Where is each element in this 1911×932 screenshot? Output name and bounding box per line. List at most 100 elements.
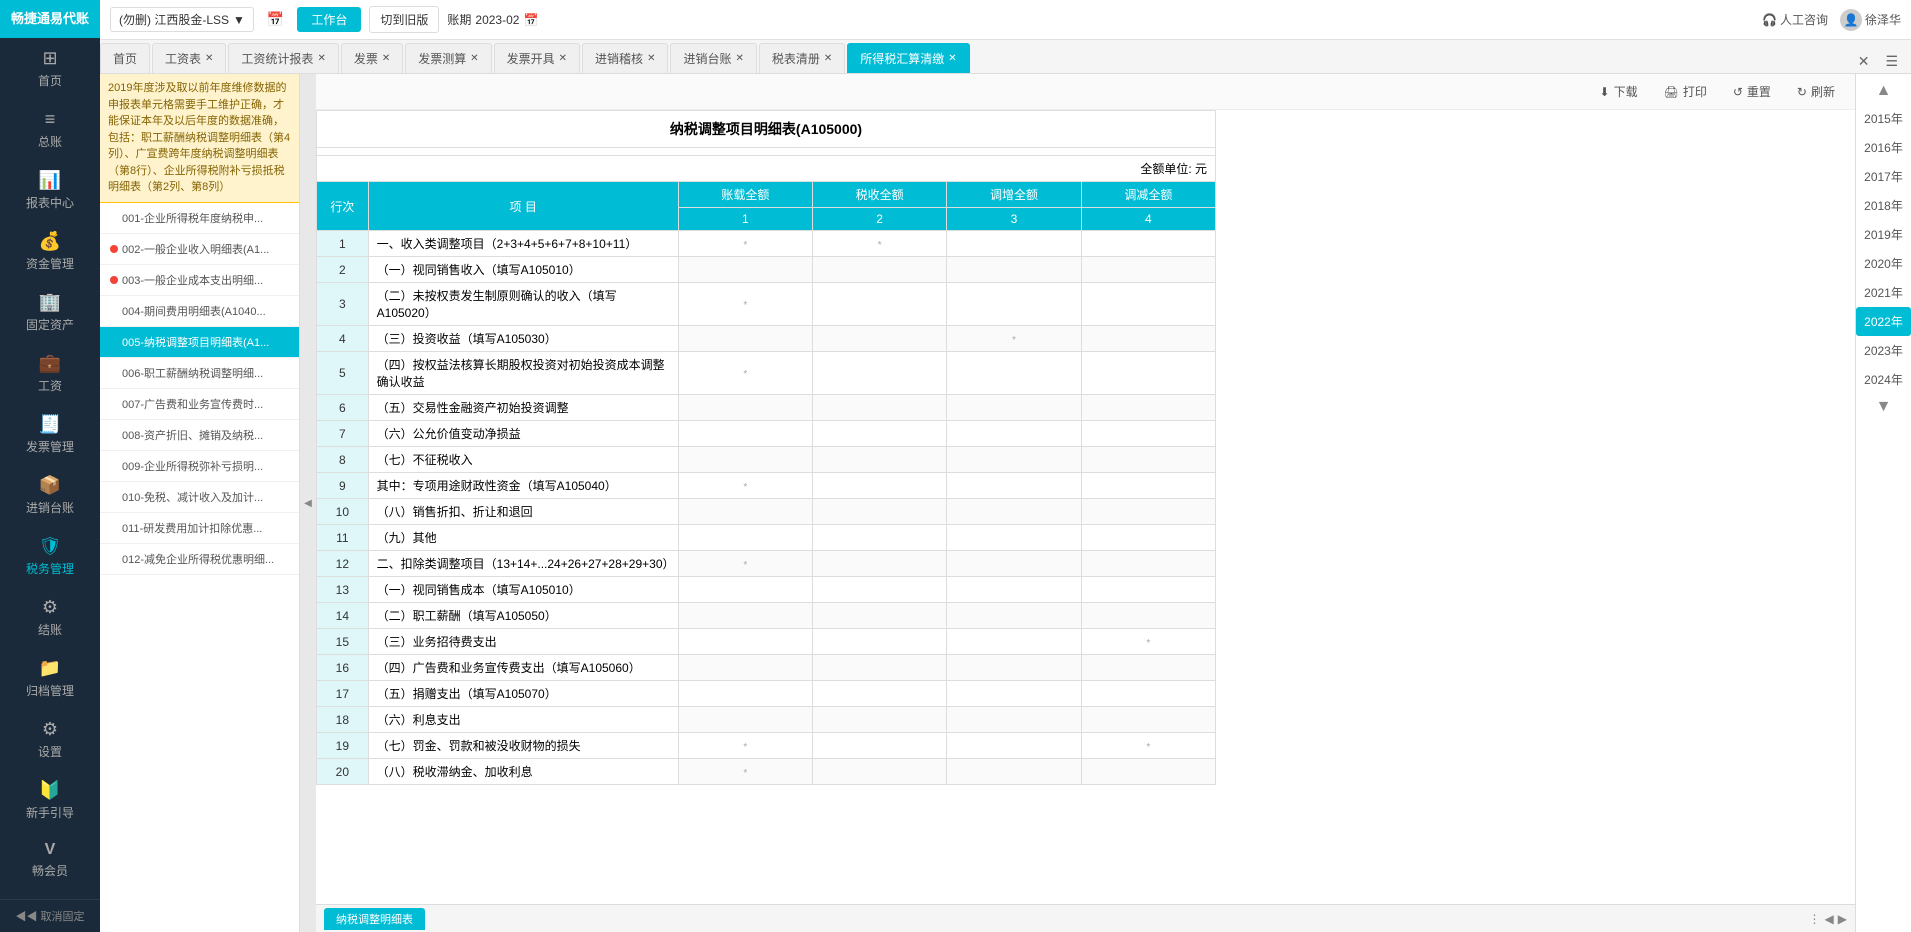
left-item-001[interactable]: 001-企业所得税年度纳税申... xyxy=(100,203,299,234)
sidebar-item-tax[interactable]: 🛡 税务管理 xyxy=(0,526,100,587)
tab-close-salary-stat[interactable]: ✕ xyxy=(317,53,325,64)
scroll-left-arrow[interactable]: ◀ xyxy=(1825,912,1834,926)
tab-menu[interactable]: ☰ xyxy=(1880,50,1903,73)
left-item-list: 001-企业所得税年度纳税申... 002-一般企业收入明细表(A1... 00… xyxy=(100,203,299,932)
member-icon: V xyxy=(45,841,56,859)
refresh-button[interactable]: ↻ 刷新 xyxy=(1789,80,1843,103)
tab-close-invoice-open[interactable]: ✕ xyxy=(559,53,567,64)
sidebar-unpin[interactable]: ◀◀ 取消固定 xyxy=(0,899,100,932)
year-2016[interactable]: 2016年 xyxy=(1856,133,1911,162)
tab-close-stock-ledger[interactable]: ✕ xyxy=(735,53,743,64)
left-item-003[interactable]: 003-一般企业成本支出明细... xyxy=(100,265,299,296)
col2-header: 税收全额 xyxy=(812,182,946,208)
company-selector[interactable]: (勿删) 江西股金-LSS ▼ xyxy=(110,7,254,32)
calendar-icon2[interactable]: 📅 xyxy=(523,13,538,27)
left-item-012[interactable]: 012-减免企业所得税优惠明细... xyxy=(100,544,299,575)
table-row: 12 二、扣除类调整项目（13+14+...24+26+27+28+29+30）… xyxy=(317,551,1216,577)
sidebar-item-settle[interactable]: ⚙ 结账 xyxy=(0,587,100,648)
sidebar-item-settings[interactable]: ⚙ 设置 xyxy=(0,709,100,770)
year-2021[interactable]: 2021年 xyxy=(1856,278,1911,307)
year-down-button[interactable]: ▼ xyxy=(1872,394,1896,420)
left-item-007[interactable]: 007-广告费和业务宣传费时... xyxy=(100,389,299,420)
status-dot xyxy=(110,307,118,315)
year-2022[interactable]: 2022年 xyxy=(1856,307,1911,336)
left-item-005[interactable]: 005-纳税调整项目明细表(A1... xyxy=(100,327,299,358)
year-2017[interactable]: 2017年 xyxy=(1856,162,1911,191)
tab-close-income-tax[interactable]: ✕ xyxy=(948,53,956,64)
tab-close-invoice[interactable]: ✕ xyxy=(382,53,390,64)
tab-close-invoice-calc[interactable]: ✕ xyxy=(470,53,478,64)
sidebar-item-newbie[interactable]: 🔰 新手引导 xyxy=(0,770,100,831)
left-item-002[interactable]: 002-一般企业收入明细表(A1... xyxy=(100,234,299,265)
tab-close-salary[interactable]: ✕ xyxy=(205,53,213,64)
status-dot xyxy=(110,214,118,222)
tab-close-all[interactable]: ✕ xyxy=(1853,50,1875,73)
sidebar-item-label: 报表中心 xyxy=(26,194,74,211)
tab-tax-clear[interactable]: 税表清册 ✕ xyxy=(759,43,845,73)
sidebar-item-archive[interactable]: 📁 归档管理 xyxy=(0,648,100,709)
tab-invoice[interactable]: 发票 ✕ xyxy=(341,43,403,73)
report-icon: 📊 xyxy=(39,170,61,191)
tax-adjust-table: 纳税调整项目明细表(A105000) 全额单位: 元 行次 项 目 账载全额 xyxy=(316,110,1216,785)
year-2018[interactable]: 2018年 xyxy=(1856,191,1911,220)
sidebar-item-label: 归档管理 xyxy=(26,682,74,699)
table-empty-row1 xyxy=(317,148,1216,156)
period-display: 账期 2023-02 📅 xyxy=(447,11,538,28)
sidebar-item-report[interactable]: 📊 报表中心 xyxy=(0,160,100,221)
tab-stock-in[interactable]: 进销稽核 ✕ xyxy=(582,43,668,73)
sidebar-item-invoice[interactable]: 🧾 发票管理 xyxy=(0,404,100,465)
year-2024[interactable]: 2024年 xyxy=(1856,365,1911,394)
user-service[interactable]: 🎧 人工咨询 xyxy=(1762,11,1828,28)
sidebar-item-ledger[interactable]: ≡ 总账 xyxy=(0,99,100,160)
year-2015[interactable]: 2015年 xyxy=(1856,104,1911,133)
left-item-009[interactable]: 009-企业所得税弥补亏损明... xyxy=(100,451,299,482)
calendar-icon[interactable]: 📅 xyxy=(262,8,289,31)
table-container[interactable]: 纳税调整项目明细表(A105000) 全额单位: 元 行次 项 目 账载全额 xyxy=(316,110,1855,904)
invoice-icon: 🧾 xyxy=(39,414,61,435)
left-item-011[interactable]: 011-研发费用加计扣除优惠... xyxy=(100,513,299,544)
avatar: 👤 xyxy=(1840,9,1862,31)
workbench-button[interactable]: 工作台 xyxy=(297,7,361,32)
tab-salary[interactable]: 工资表 ✕ xyxy=(152,43,226,73)
table-row: 6 （五）交易性金融资产初始投资调整 xyxy=(317,395,1216,421)
sidebar-item-label: 畅会员 xyxy=(32,862,68,879)
col1-header: 账载全额 xyxy=(678,182,812,208)
col3-header: 调增全额 xyxy=(947,182,1081,208)
sidebar: 畅捷通易代账 ⊞ 首页 ≡ 总账 📊 报表中心 💰 资金管理 🏢 固定资产 💼 … xyxy=(0,0,100,932)
table-row: 4 （三）投资收益（填写A105030） * xyxy=(317,326,1216,352)
left-item-006[interactable]: 006-职工薪酬纳税调整明细... xyxy=(100,358,299,389)
switch-old-button[interactable]: 切到旧版 xyxy=(369,6,439,33)
sidebar-item-label: 首页 xyxy=(38,72,62,89)
print-button[interactable]: 🖨 打印 xyxy=(1656,80,1715,103)
tab-invoice-open[interactable]: 发票开具 ✕ xyxy=(494,43,580,73)
sidebar-item-salary[interactable]: 💼 工资 xyxy=(0,343,100,404)
year-2020[interactable]: 2020年 xyxy=(1856,249,1911,278)
reset-icon: ↺ xyxy=(1733,85,1743,99)
scroll-right-arrow[interactable]: ▶ xyxy=(1838,912,1847,926)
sidebar-item-fund[interactable]: 💰 资金管理 xyxy=(0,221,100,282)
bottom-tab-adjust[interactable]: 纳税调整明细表 xyxy=(324,908,425,930)
sidebar-item-home[interactable]: ⊞ 首页 xyxy=(0,38,100,99)
download-button[interactable]: ⬇ 下载 xyxy=(1592,80,1646,103)
tab-income-tax[interactable]: 所得税汇算清缴 ✕ xyxy=(847,43,969,73)
year-2019[interactable]: 2019年 xyxy=(1856,220,1911,249)
tab-stock-ledger[interactable]: 进销台账 ✕ xyxy=(670,43,756,73)
year-2023[interactable]: 2023年 xyxy=(1856,336,1911,365)
left-item-004[interactable]: 004-期间费用明细表(A1040... xyxy=(100,296,299,327)
tab-close-stock-in[interactable]: ✕ xyxy=(647,53,655,64)
panel-collapse-button[interactable]: ◀ xyxy=(300,74,316,932)
left-item-008[interactable]: 008-资产折旧、摊销及纳税... xyxy=(100,420,299,451)
left-item-010[interactable]: 010-免税、减计收入及加计... xyxy=(100,482,299,513)
sidebar-item-member[interactable]: V 畅会员 xyxy=(0,831,100,889)
user-profile[interactable]: 👤 徐泽华 xyxy=(1840,9,1901,31)
tab-salary-stat[interactable]: 工资统计报表 ✕ xyxy=(228,43,338,73)
reset-button[interactable]: ↺ 重置 xyxy=(1725,80,1779,103)
status-dot xyxy=(110,245,118,253)
sidebar-item-asset[interactable]: 🏢 固定资产 xyxy=(0,282,100,343)
tab-bar: 首页 工资表 ✕ 工资统计报表 ✕ 发票 ✕ 发票测算 ✕ 发票开具 ✕ 进销稽… xyxy=(100,40,1911,74)
tab-home[interactable]: 首页 xyxy=(100,43,150,73)
tab-close-tax-clear[interactable]: ✕ xyxy=(824,53,832,64)
sidebar-item-stock[interactable]: 📦 进销台账 xyxy=(0,465,100,526)
year-up-button[interactable]: ▲ xyxy=(1872,78,1896,104)
tab-invoice-calc[interactable]: 发票测算 ✕ xyxy=(405,43,491,73)
